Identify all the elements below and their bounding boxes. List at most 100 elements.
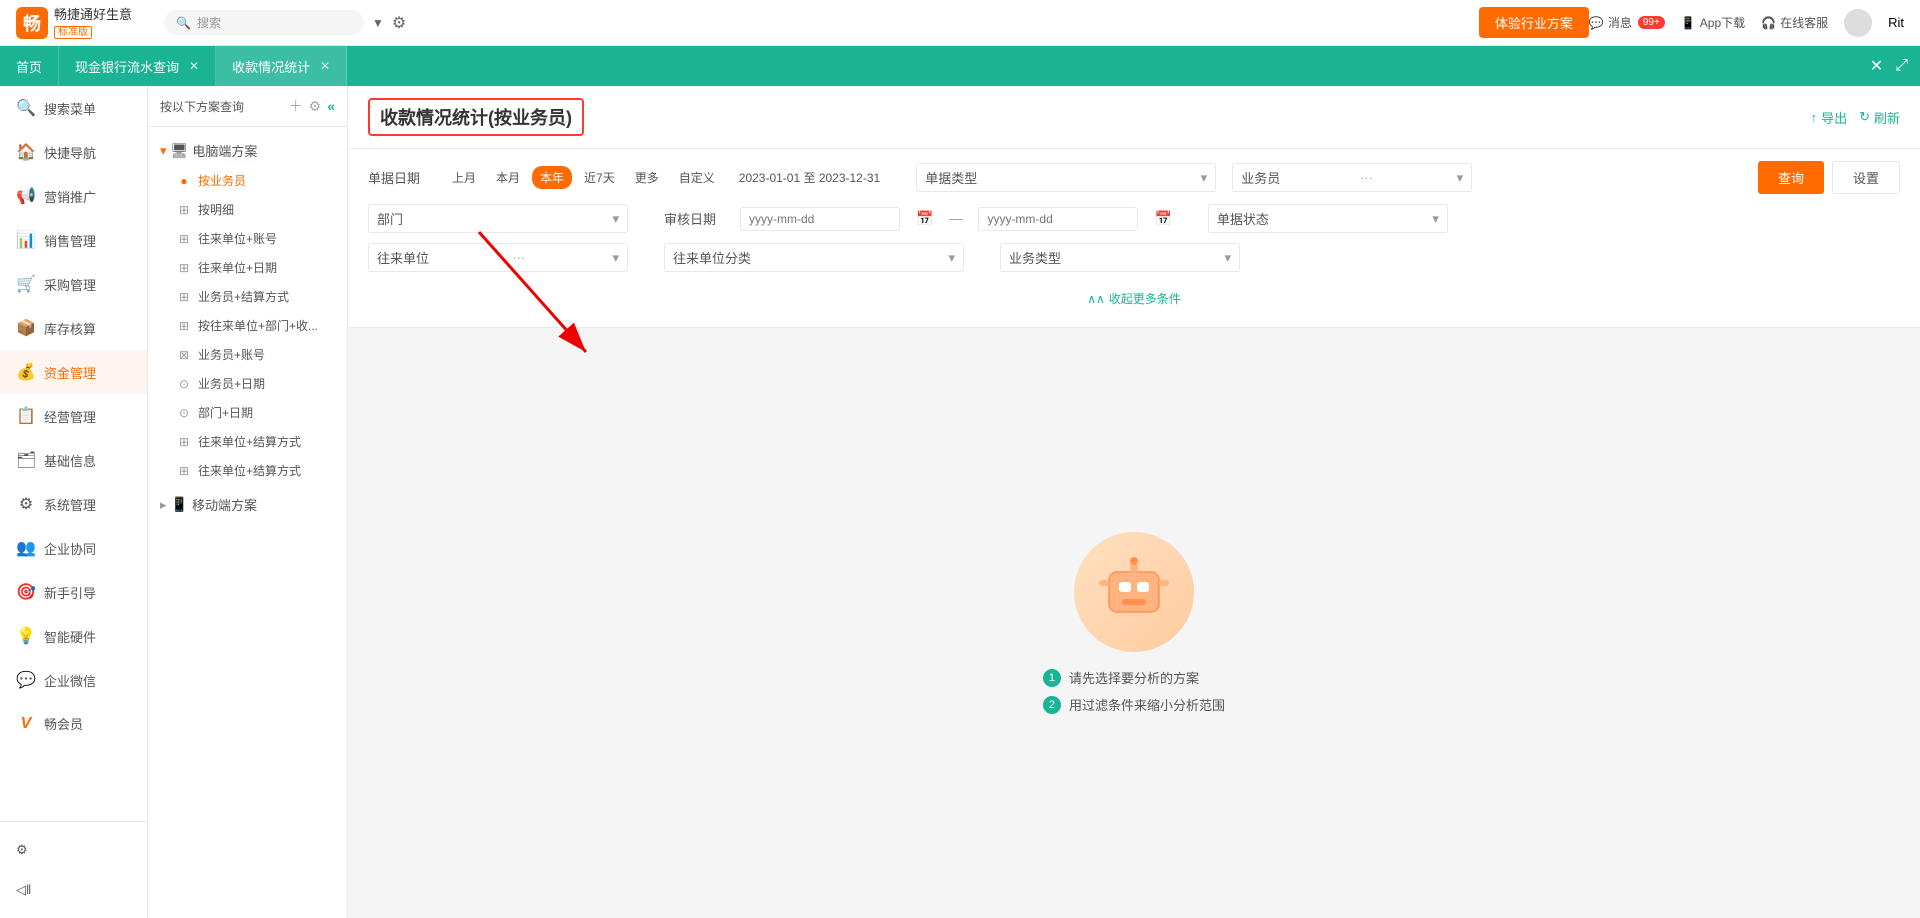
sidebar-item-wechat[interactable]: 💬 企业微信	[0, 658, 147, 702]
tab-cashflow[interactable]: 现金银行流水查询 ✕	[59, 46, 216, 86]
tab-collection[interactable]: 收款情况统计 ✕	[216, 46, 347, 86]
sidebar-item-member[interactable]: V 畅会员	[0, 702, 147, 745]
filter-select-dept[interactable]: 部门 ▾	[368, 204, 628, 233]
sidebar-item-hardware[interactable]: 💡 智能硬件	[0, 614, 147, 658]
window-expand-btn[interactable]: ⤢	[1895, 57, 1908, 75]
filter-biztype-label: 业务类型	[1009, 248, 1061, 267]
scheme-item-partner-date[interactable]: ⊞ 往来单位+日期	[148, 253, 347, 282]
sidebar-item-purchase[interactable]: 🛒 采购管理	[0, 262, 147, 306]
filter-select-type[interactable]: 单据类型 ▾	[916, 163, 1216, 192]
service-label: 在线客服	[1780, 14, 1828, 31]
page-title: 收款情况统计(按业务员)	[368, 98, 584, 136]
lp-add-btn[interactable]: ＋	[289, 96, 303, 116]
filter-select-partner[interactable]: 往来单位 ··· ▾	[368, 243, 628, 272]
scheme-item-salesman[interactable]: ● 按业务员	[148, 166, 347, 195]
sidebar-item-finance[interactable]: 💰 资金管理	[0, 350, 147, 394]
scheme-item-detail[interactable]: ⊞ 按明细	[148, 195, 347, 224]
sidebar-item-collab[interactable]: 👥 企业协同	[0, 526, 147, 570]
filter-select-salesman[interactable]: 业务员 ··· ▾	[1232, 163, 1472, 192]
scheme-label-7: 业务员+日期	[198, 375, 265, 392]
date-btn-7days[interactable]: 近7天	[576, 166, 623, 189]
app-download-item[interactable]: 📱 App下载	[1681, 14, 1745, 31]
online-service-item[interactable]: 🎧 在线客服	[1761, 14, 1828, 31]
filter-partner-label: 往来单位	[377, 248, 429, 267]
scheme-item-salesman-account[interactable]: ⊠ 业务员+账号	[148, 340, 347, 369]
filter-select-biztype[interactable]: 业务类型 ▾	[1000, 243, 1240, 272]
date-btn-lastmonth[interactable]: 上月	[444, 166, 484, 189]
calendar-icon-to[interactable]: 📅	[1154, 210, 1171, 227]
salesman-dropdown-icon: ▾	[1457, 170, 1464, 186]
mobile-group-label: 移动端方案	[192, 495, 257, 514]
scheme-item-salesman-settle[interactable]: ⊞ 业务员+结算方式	[148, 282, 347, 311]
full-content: 按以下方案查询 ＋ ⚙ « ▾ 🖥 电脑端方案 ● 按业务员 ⊞ 按明细	[148, 86, 1920, 918]
mobile-group[interactable]: ▸ 📱 移动端方案	[148, 489, 347, 520]
settings-button[interactable]: 设置	[1832, 161, 1900, 194]
refresh-label: 刷新	[1874, 108, 1900, 127]
filter-row-3: 往来单位 ··· ▾ 往来单位分类 ▾ 业务类型 ▾	[368, 243, 1900, 272]
scheme-item-partner-settle1[interactable]: ⊞ 往来单位+结算方式	[148, 427, 347, 456]
user-avatar[interactable]	[1844, 9, 1872, 37]
date-btn-more[interactable]: 更多	[627, 166, 667, 189]
system-icon: ⚙	[16, 494, 36, 514]
sidebar-item-basic-info[interactable]: 🗂 基础信息	[0, 438, 147, 482]
tab-cashflow-close[interactable]: ✕	[189, 59, 199, 73]
gear-btn[interactable]: ⚙	[392, 13, 406, 33]
scheme-item-salesman-date[interactable]: ⊙ 业务员+日期	[148, 369, 347, 398]
window-close-btn[interactable]: ✕	[1870, 56, 1883, 76]
scheme-item-partner-settle2[interactable]: ⊞ 往来单位+结算方式	[148, 456, 347, 485]
export-button[interactable]: ↑ 导出	[1811, 108, 1848, 127]
search-bar[interactable]: 🔍 搜索	[164, 10, 364, 35]
lp-collapse-btn[interactable]: «	[327, 98, 335, 114]
filter-type-label: 单据类型	[925, 168, 977, 187]
collab-icon: 👥	[16, 538, 36, 558]
sidebar-item-system[interactable]: ⚙ 系统管理	[0, 482, 147, 526]
main-content: 收款情况统计(按业务员) ↑ 导出 ↻ 刷新 单据日期	[348, 86, 1920, 918]
scheme-icon-8: ⊙	[176, 406, 192, 420]
sidebar-item-management[interactable]: 📋 经营管理	[0, 394, 147, 438]
scheme-label-0: 按业务员	[198, 172, 246, 189]
calendar-icon-from[interactable]: 📅	[916, 210, 933, 227]
logo-badge: 标准版	[54, 26, 92, 39]
settings-icon: ⚙	[16, 842, 28, 858]
sidebar-item-search[interactable]: 🔍 搜索菜单	[0, 86, 147, 130]
sidebar-settings[interactable]: ⚙	[0, 830, 147, 870]
partner-dropdown-icon: ▾	[612, 250, 619, 266]
top-right: 💬 消息 99+ 📱 App下载 🎧 在线客服 Rit	[1589, 9, 1904, 37]
dept-dropdown-icon: ▾	[612, 211, 619, 227]
date-btn-custom[interactable]: 自定义	[671, 166, 723, 189]
messages-item[interactable]: 💬 消息 99+	[1589, 14, 1665, 31]
trial-button[interactable]: 体验行业方案	[1479, 7, 1589, 38]
tab-home[interactable]: 首页	[0, 46, 59, 86]
date-btn-thisyear[interactable]: 本年	[532, 166, 572, 189]
scheme-item-partner-account[interactable]: ⊞ 往来单位+账号	[148, 224, 347, 253]
scheme-item-dept-date[interactable]: ⊙ 部门+日期	[148, 398, 347, 427]
desktop-group[interactable]: ▾ 🖥 电脑端方案	[148, 135, 347, 166]
quicknav-icon: 🏠	[16, 142, 36, 162]
search-placeholder: 搜索	[197, 14, 221, 31]
partner-ellipsis[interactable]: ···	[512, 250, 525, 265]
filter-select-partner-cat[interactable]: 往来单位分类 ▾	[664, 243, 964, 272]
date-btn-thismonth[interactable]: 本月	[488, 166, 528, 189]
tab-collection-close[interactable]: ✕	[320, 59, 330, 73]
salesman-ellipsis[interactable]: ···	[1360, 170, 1373, 185]
scheme-label-9: 往来单位+结算方式	[198, 433, 301, 450]
empty-tip-1: 1 请先选择要分析的方案	[1043, 668, 1225, 687]
collapse-btn[interactable]: ∧∧ 收起更多条件	[1087, 290, 1181, 307]
filter-select-docstatus[interactable]: 单据状态 ▾	[1208, 204, 1448, 233]
sidebar-item-quicknav[interactable]: 🏠 快捷导航	[0, 130, 147, 174]
lp-setting-btn[interactable]: ⚙	[309, 98, 322, 115]
audit-date-to[interactable]	[978, 207, 1138, 231]
audit-date-from[interactable]	[740, 207, 900, 231]
sidebar-collapse[interactable]: ◁‖	[0, 870, 147, 910]
query-button[interactable]: 查询	[1758, 161, 1824, 194]
refresh-button[interactable]: ↻ 刷新	[1859, 108, 1900, 127]
messages-label: 消息	[1608, 14, 1632, 31]
collapse-up-icon: ∧∧	[1087, 292, 1105, 306]
basicinfo-icon: 🗂	[16, 450, 36, 470]
sidebar-item-inventory[interactable]: 📦 库存核算	[0, 306, 147, 350]
sidebar-item-sales[interactable]: 📊 销售管理	[0, 218, 147, 262]
search-dropdown-btn[interactable]: ▼	[372, 16, 384, 30]
scheme-item-partner-dept[interactable]: ⊞ 按往来单位+部门+收...	[148, 311, 347, 340]
sidebar-item-guide[interactable]: 🎯 新手引导	[0, 570, 147, 614]
sidebar-item-marketing[interactable]: 📢 营销推广	[0, 174, 147, 218]
